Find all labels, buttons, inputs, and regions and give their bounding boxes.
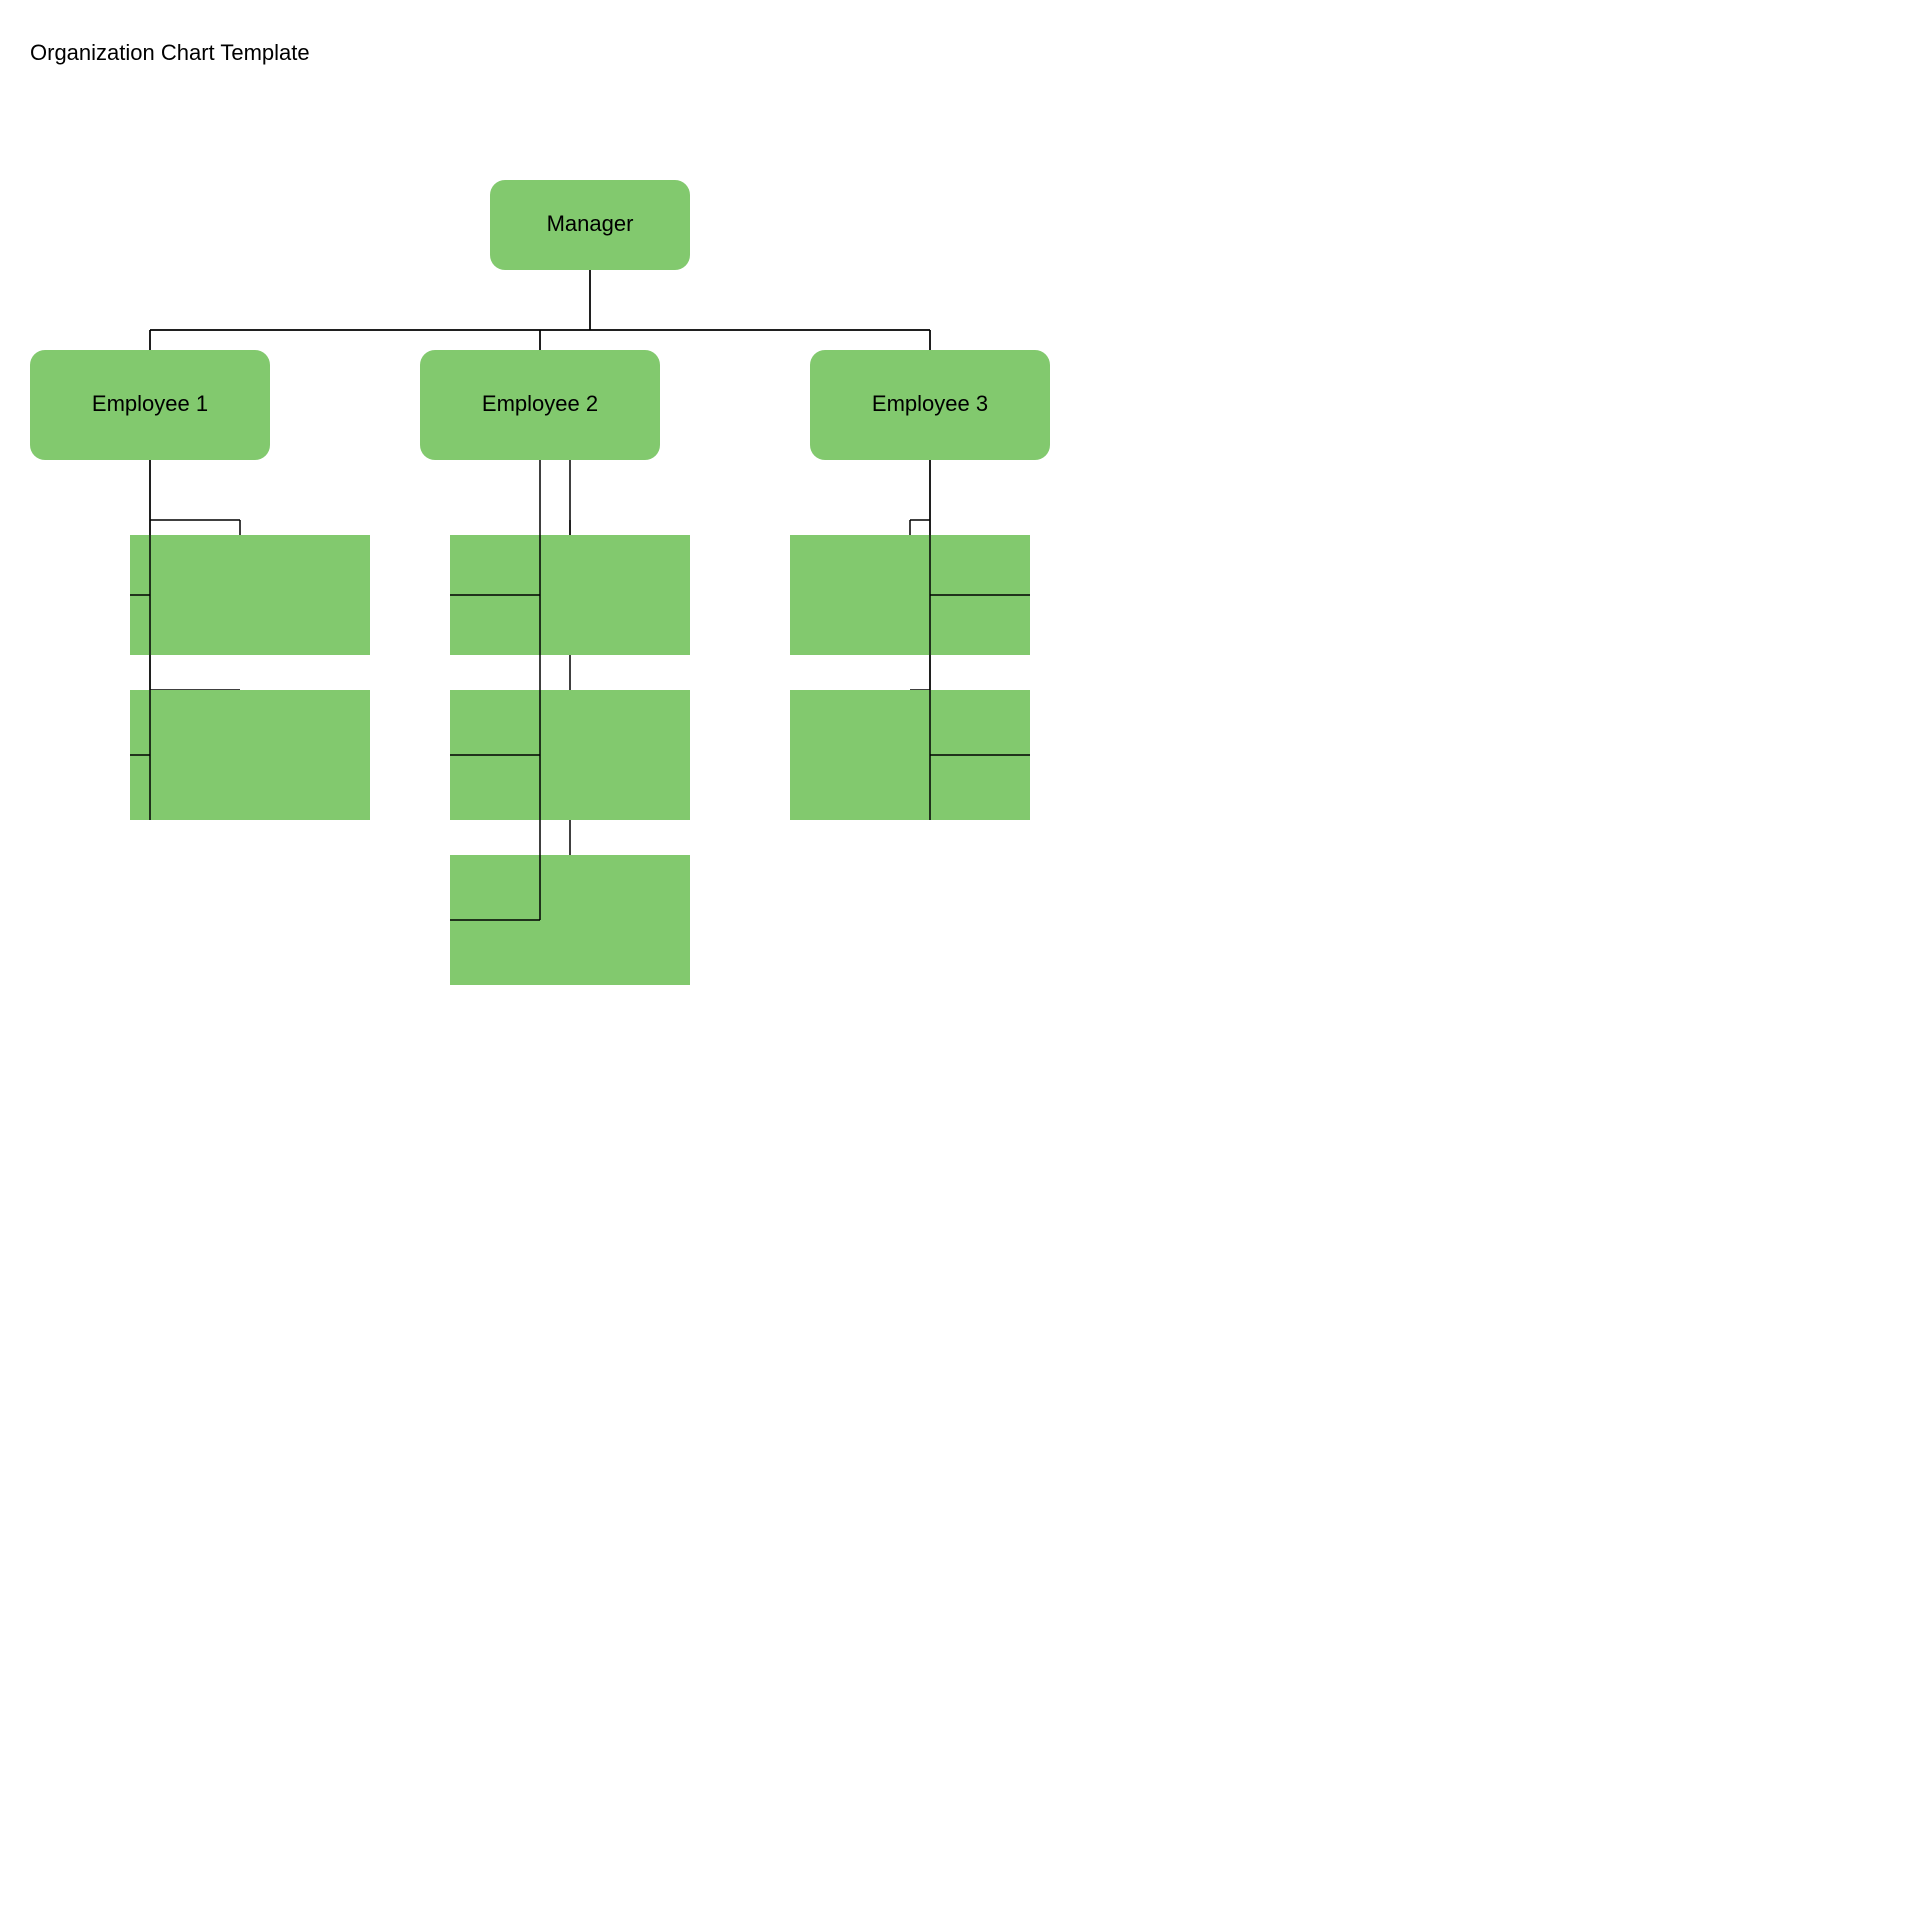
sub1a-node	[130, 535, 370, 655]
manager-label: Manager	[547, 211, 634, 236]
employee1-label: Employee 1	[92, 391, 208, 416]
employee3-label: Employee 3	[872, 391, 988, 416]
sub1b-node	[130, 690, 370, 820]
employee2-label: Employee 2	[482, 391, 598, 416]
org-chart: Manager Employee 1 Employee 2 Employee 3	[0, 100, 1080, 1085]
page-title: Organization Chart Template	[30, 40, 310, 66]
